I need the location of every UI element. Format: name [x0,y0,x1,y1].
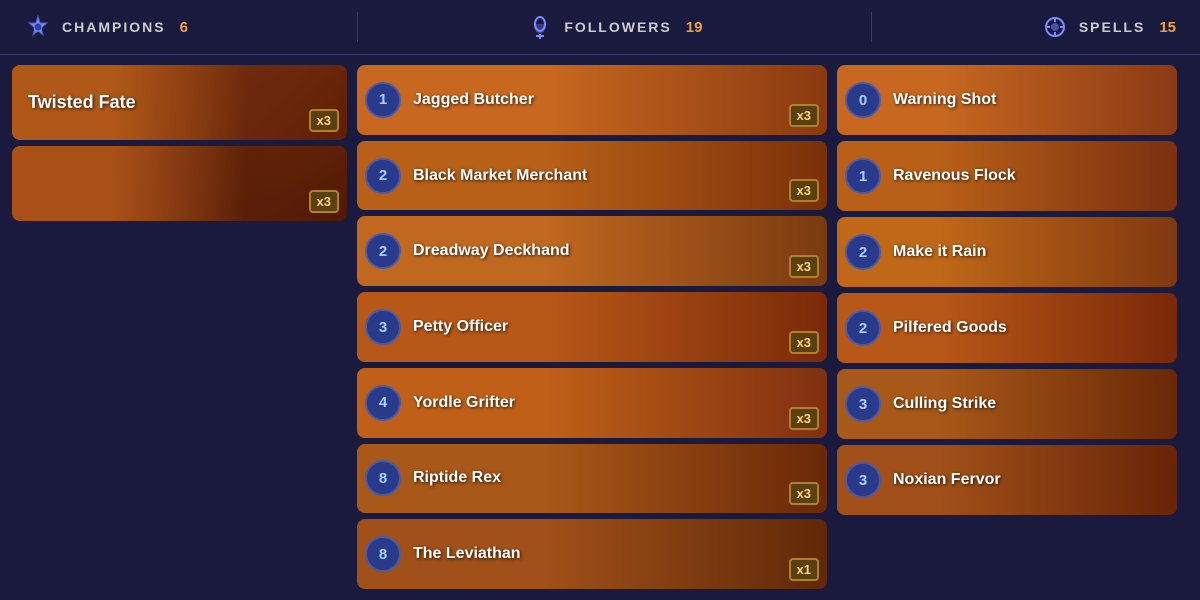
cost-the-leviathan: 8 [365,536,401,572]
followers-section: FOLLOWERS 19 [526,13,702,41]
count-jagged-butcher: x3 [789,104,819,127]
cost-jagged-butcher: 1 [365,82,401,118]
cost-pilfered-goods: 2 [845,310,881,346]
follower-card-jagged-butcher[interactable]: 1 Jagged Butcher x3 [357,65,827,135]
follower-name-petty-officer: Petty Officer [413,318,827,336]
cost-warning-shot: 0 [845,82,881,118]
spell-card-noxian-fervor[interactable]: 3 Noxian Fervor [837,445,1177,515]
count-riptide-rex: x3 [789,482,819,505]
follower-card-petty-officer[interactable]: 3 Petty Officer x3 [357,292,827,362]
follower-card-dreadway-deckhand[interactable]: 2 Dreadway Deckhand x3 [357,216,827,286]
champion-count-twisted-fate: x3 [309,109,339,132]
cost-make-it-rain: 2 [845,234,881,270]
spell-card-ravenous-flock[interactable]: 1 Ravenous Flock [837,141,1177,211]
count-yordle-grifter: x3 [789,407,819,430]
cost-noxian-fervor: 3 [845,462,881,498]
spells-label: SPELLS [1079,19,1145,35]
spell-name-culling-strike: Culling Strike [893,395,1177,413]
cost-riptide-rex: 8 [365,460,401,496]
spell-card-pilfered-goods[interactable]: 2 Pilfered Goods [837,293,1177,363]
follower-name-riptide-rex: Riptide Rex [413,469,827,487]
spell-name-make-it-rain: Make it Rain [893,243,1177,261]
follower-card-riptide-rex[interactable]: 8 Riptide Rex x3 [357,444,827,514]
spell-name-ravenous-flock: Ravenous Flock [893,167,1177,185]
followers-label: FOLLOWERS [564,19,671,35]
spell-card-make-it-rain[interactable]: 2 Make it Rain [837,217,1177,287]
follower-card-black-market-merchant[interactable]: 2 Black Market Merchant x3 [357,141,827,211]
count-the-leviathan: x1 [789,558,819,581]
spells-icon [1041,13,1069,41]
follower-name-black-market-merchant: Black Market Merchant [413,167,827,185]
count-dreadway-deckhand: x3 [789,255,819,278]
follower-name-the-leviathan: The Leviathan [413,545,827,563]
follower-name-yordle-grifter: Yordle Grifter [413,394,827,412]
spell-card-culling-strike[interactable]: 3 Culling Strike [837,369,1177,439]
follower-name-dreadway-deckhand: Dreadway Deckhand [413,242,827,260]
divider-2 [871,12,872,42]
champions-column: Twisted Fate x3 x3 [12,65,347,589]
count-petty-officer: x3 [789,331,819,354]
followers-count: 19 [686,19,703,36]
champion-card-twisted-fate[interactable]: Twisted Fate x3 [12,65,347,140]
cost-ravenous-flock: 1 [845,158,881,194]
spells-column: 0 Warning Shot 1 Ravenous Flock 2 Make i… [837,65,1177,589]
spells-count: 15 [1159,19,1176,36]
spell-name-pilfered-goods: Pilfered Goods [893,319,1177,337]
count-black-market-merchant: x3 [789,179,819,202]
spell-name-noxian-fervor: Noxian Fervor [893,471,1177,489]
followers-column: 1 Jagged Butcher x3 2 Black Market Merch… [357,65,827,589]
cost-yordle-grifter: 4 [365,385,401,421]
champions-count: 6 [180,19,188,36]
champion-name-twisted-fate: Twisted Fate [28,92,347,113]
divider-1 [357,12,358,42]
follower-card-yordle-grifter[interactable]: 4 Yordle Grifter x3 [357,368,827,438]
champions-label: CHAMPIONS [62,19,166,35]
followers-icon [526,13,554,41]
cost-culling-strike: 3 [845,386,881,422]
spells-section: SPELLS 15 [1041,13,1176,41]
cost-black-market-merchant: 2 [365,158,401,194]
champions-section: CHAMPIONS 6 [24,13,188,41]
champion-card-2[interactable]: x3 [12,146,347,221]
follower-card-the-leviathan[interactable]: 8 The Leviathan x1 [357,519,827,589]
cost-dreadway-deckhand: 2 [365,233,401,269]
champion-count-2: x3 [309,190,339,213]
cost-petty-officer: 3 [365,309,401,345]
champions-icon [24,13,52,41]
header: CHAMPIONS 6 FOLLOWERS 19 SPELLS 15 [0,0,1200,55]
spell-card-warning-shot[interactable]: 0 Warning Shot [837,65,1177,135]
main-content: Twisted Fate x3 x3 1 Jagged Butcher x3 2… [0,55,1200,599]
follower-name-jagged-butcher: Jagged Butcher [413,91,827,109]
card-bg-2 [12,146,347,221]
spell-name-warning-shot: Warning Shot [893,91,1177,109]
